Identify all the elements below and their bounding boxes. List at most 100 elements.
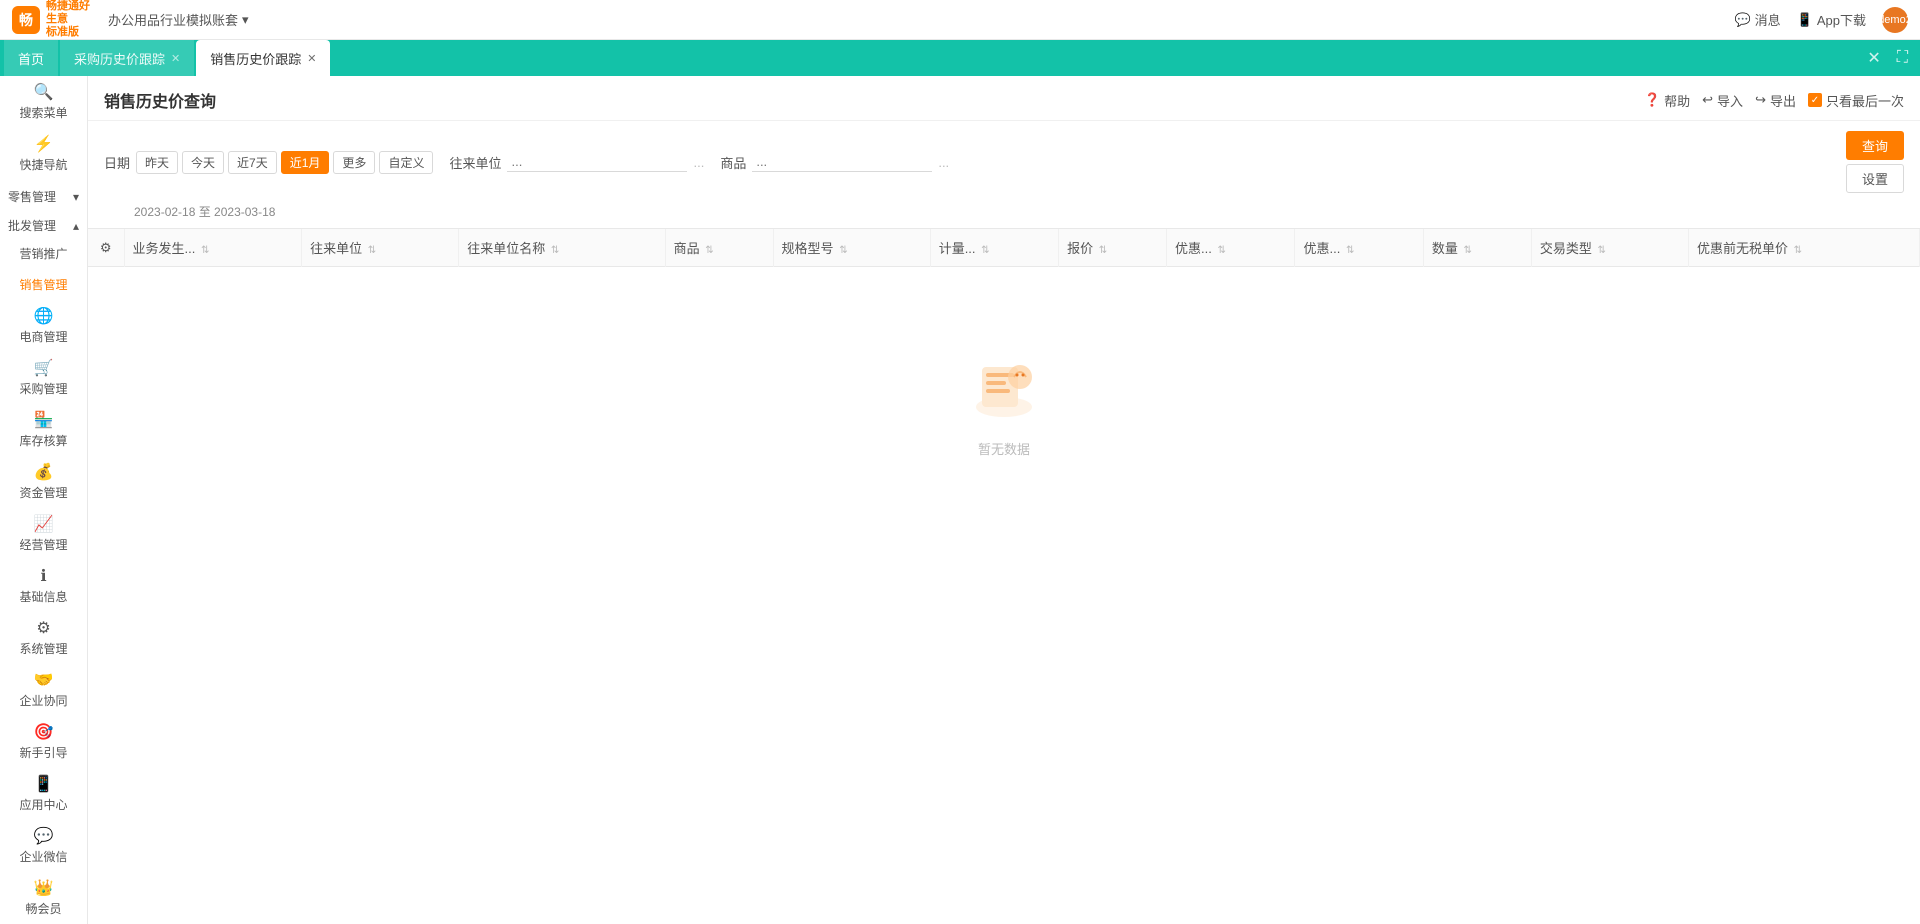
date-btn-more[interactable]: 更多	[333, 151, 375, 174]
column-settings[interactable]: ⚙	[88, 229, 124, 267]
date-filter-group: 日期 昨天 今天 近7天 近1月 更多 自定义	[104, 151, 433, 174]
column-qty[interactable]: 数量 ⇅	[1423, 229, 1531, 267]
member-icon: 👑	[34, 878, 54, 898]
date-btn-custom[interactable]: 自定义	[379, 151, 433, 174]
filter-bar: 日期 昨天 今天 近7天 近1月 更多 自定义 往来单位 ...	[88, 121, 1920, 203]
main-layout: 🔍 搜索菜单 ⚡ 快捷导航 零售管理 ▾ 批发管理 ▴ 营销推广 销售管理 🌐 …	[0, 76, 1920, 924]
sidebar-item-search[interactable]: 🔍 搜索菜单	[0, 76, 87, 128]
app-download-button[interactable]: 📱 App下载	[1797, 10, 1866, 29]
column-pre-tax-price[interactable]: 优惠前无税单价 ⇅	[1688, 229, 1919, 267]
export-icon: ↪	[1755, 92, 1766, 108]
sidebar-item-enterprise-coop[interactable]: 🤝 企业协同	[0, 664, 87, 716]
sidebar-item-enterprise-wechat[interactable]: 💬 企业微信	[0, 820, 87, 872]
sidebar-item-purchase-label: 采购管理	[19, 380, 67, 397]
column-quote[interactable]: 报价 ⇅	[1059, 229, 1167, 267]
home-tab-label: 首页	[18, 49, 44, 68]
purchase-history-tab-label: 采购历史价跟踪	[74, 49, 165, 68]
sidebar-item-operations[interactable]: 📈 经营管理	[0, 508, 87, 560]
chevron-down-icon: ▾	[242, 12, 249, 28]
table-area[interactable]: ⚙ 业务发生... ⇅ 往来单位 ⇅ 往来单位名称 ⇅	[88, 229, 1920, 924]
sidebar-item-sales-mgmt[interactable]: 销售管理	[0, 269, 87, 300]
column-trade-type[interactable]: 交易类型 ⇅	[1531, 229, 1688, 267]
sales-history-tab-close[interactable]: ✕	[307, 52, 316, 65]
purchase-history-tab-close[interactable]: ✕	[171, 52, 180, 65]
source-unit-input[interactable]	[507, 152, 687, 172]
column-discount2[interactable]: 优惠... ⇅	[1295, 229, 1423, 267]
product-input[interactable]	[752, 152, 932, 172]
logo-text: 畅捷通好生意 标准版	[46, 0, 92, 39]
sidebar-item-ecommerce-label: 电商管理	[19, 328, 67, 345]
phone-icon: 📱	[1797, 12, 1813, 28]
sort-arrows-product: ⇅	[705, 245, 713, 256]
sidebar-item-inventory[interactable]: 🏪 库存核算	[0, 404, 87, 456]
inventory-icon: 🏪	[34, 410, 54, 430]
tab-sales-history[interactable]: 销售历史价跟踪 ✕	[196, 40, 330, 76]
tab-fullscreen-button[interactable]: ⛶	[1893, 45, 1912, 71]
workspace-selector[interactable]: 办公用品行业模拟账套 ▾	[100, 6, 257, 33]
enterprise-coop-icon: 🤝	[34, 670, 54, 690]
data-table: ⚙ 业务发生... ⇅ 往来单位 ⇅ 往来单位名称 ⇅	[88, 229, 1920, 267]
date-range-row: 2023-02-18 至 2023-03-18	[88, 203, 1920, 228]
content-area: 销售历史价查询 ❓ 帮助 ↩ 导入 ↪ 导出 ✓	[88, 76, 1920, 924]
tab-home[interactable]: 首页	[4, 40, 58, 76]
import-button[interactable]: ↩ 导入	[1702, 91, 1743, 110]
sidebar-item-member[interactable]: 👑 畅会员	[0, 872, 87, 924]
quick-nav-icon: ⚡	[34, 134, 54, 154]
column-unit[interactable]: 计量... ⇅	[930, 229, 1058, 267]
column-spec[interactable]: 规格型号 ⇅	[773, 229, 930, 267]
query-button[interactable]: 查询	[1846, 131, 1904, 160]
sidebar-item-quick-nav[interactable]: ⚡ 快捷导航	[0, 128, 87, 180]
sidebar-item-basic-info[interactable]: ℹ 基础信息	[0, 560, 87, 612]
app-center-icon: 📱	[34, 774, 54, 794]
sidebar-item-new-guide[interactable]: 🎯 新手引导	[0, 716, 87, 768]
product-label: 商品	[720, 153, 746, 172]
filter-actions: 查询 设置	[1846, 131, 1904, 193]
sidebar: 🔍 搜索菜单 ⚡ 快捷导航 零售管理 ▾ 批发管理 ▴ 营销推广 销售管理 🌐 …	[0, 76, 88, 924]
sort-arrows-unit: ⇅	[981, 245, 989, 256]
settings-button[interactable]: 设置	[1846, 164, 1904, 193]
purchase-icon: 🛒	[34, 358, 54, 378]
export-button[interactable]: ↪ 导出	[1755, 91, 1796, 110]
tab-bar: 首页 采购历史价跟踪 ✕ 销售历史价跟踪 ✕ ✕ ⛶	[0, 40, 1920, 76]
sales-history-tab-label: 销售历史价跟踪	[210, 49, 301, 68]
sidebar-item-finance[interactable]: 💰 资金管理	[0, 456, 87, 508]
message-button[interactable]: 💬 消息	[1734, 10, 1780, 29]
column-product[interactable]: 商品 ⇅	[665, 229, 773, 267]
empty-state: 暂无数据	[88, 267, 1920, 538]
only-last-checkbox[interactable]: ✓ 只看最后一次	[1808, 91, 1904, 110]
sidebar-item-purchase[interactable]: 🛒 采购管理	[0, 352, 87, 404]
date-btn-yesterday[interactable]: 昨天	[136, 151, 178, 174]
top-bar: 畅 畅捷通好生意 标准版 办公用品行业模拟账套 ▾ 💬 消息 📱 App下载 d…	[0, 0, 1920, 40]
column-biz-date[interactable]: 业务发生... ⇅	[124, 229, 302, 267]
sort-arrows-source-unit-name: ⇅	[551, 245, 559, 256]
top-bar-right: 💬 消息 📱 App下载 demo2	[1734, 7, 1908, 33]
page-header: 销售历史价查询 ❓ 帮助 ↩ 导入 ↪ 导出 ✓	[88, 76, 1920, 121]
sidebar-item-new-guide-label: 新手引导	[19, 744, 67, 761]
column-source-unit[interactable]: 往来单位 ⇅	[302, 229, 459, 267]
search-icon: 🔍	[34, 82, 54, 102]
user-menu[interactable]: demo2	[1882, 7, 1908, 33]
sidebar-item-retail-mgmt[interactable]: 零售管理 ▾	[0, 180, 87, 209]
sidebar-item-marketing[interactable]: 营销推广	[0, 238, 87, 269]
column-source-unit-name[interactable]: 往来单位名称 ⇅	[459, 229, 665, 267]
page-title: 销售历史价查询	[104, 88, 216, 112]
tab-close-all-button[interactable]: ✕	[1863, 44, 1884, 72]
date-btn-today[interactable]: 今天	[182, 151, 224, 174]
date-btn-1month[interactable]: 近1月	[281, 151, 330, 174]
sidebar-item-app-center[interactable]: 📱 应用中心	[0, 768, 87, 820]
source-unit-label: 往来单位	[449, 153, 501, 172]
tab-purchase-history[interactable]: 采购历史价跟踪 ✕	[60, 40, 194, 76]
help-button[interactable]: ❓ 帮助	[1644, 91, 1690, 110]
help-icon: ❓	[1644, 92, 1660, 108]
column-discount1[interactable]: 优惠... ⇅	[1167, 229, 1295, 267]
system-icon: ⚙	[36, 618, 50, 638]
enterprise-wechat-icon: 💬	[34, 826, 54, 846]
logo-icon: 畅	[12, 6, 40, 34]
sidebar-item-ecommerce[interactable]: 🌐 电商管理	[0, 300, 87, 352]
date-btn-7days[interactable]: 近7天	[228, 151, 277, 174]
sidebar-item-system[interactable]: ⚙ 系统管理	[0, 612, 87, 664]
sort-arrows-source-unit: ⇅	[368, 245, 376, 256]
sidebar-item-wholesale-mgmt[interactable]: 批发管理 ▴	[0, 209, 87, 238]
empty-text: 暂无数据	[978, 439, 1030, 458]
sidebar-item-app-center-label: 应用中心	[19, 796, 67, 813]
